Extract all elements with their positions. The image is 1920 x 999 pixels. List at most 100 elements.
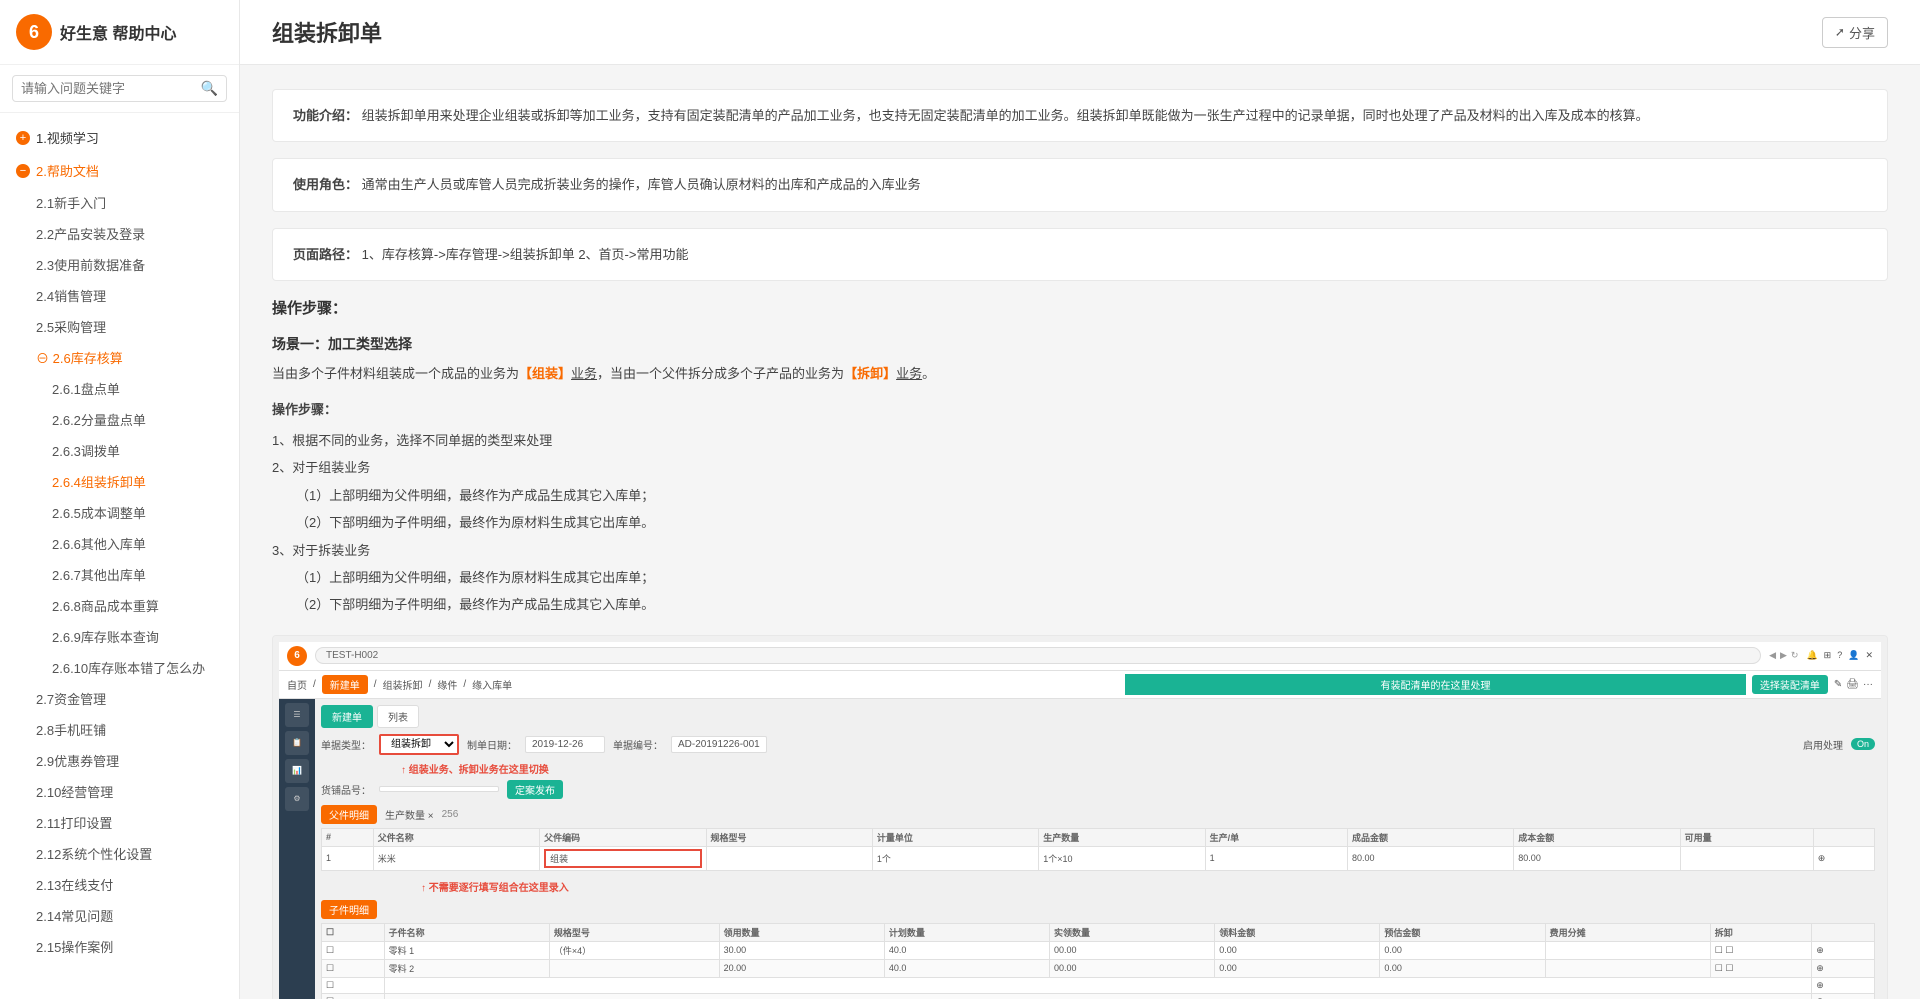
sim-upper-thead: # 父件名称 父件编码 规格型号 计量单位 生产数量 生产/单 成品金额 成本金… (322, 828, 1875, 846)
sim-browser-bar: 6 TEST-H002 ◀ ▶ ↻ 🔔 ⊞ ? 👤 ✕ (279, 642, 1881, 671)
op-steps-block: 操作步骤： 1、根据不同的业务，选择不同单据的类型来处理 2、对于组装业务 （1… (272, 398, 1888, 619)
operations-section: 操作步骤： 场景一：加工类型选择 当由多个子件材料组装成一个成品的业务为【组装】… (272, 297, 1888, 619)
sidebar-item-2-2[interactable]: 2.2产品安装及登录 (0, 218, 239, 249)
nav-children-2: 2.1新手入门 2.2产品安装及登录 2.3使用前数据准备 2.4销售管理 2.… (0, 187, 239, 962)
sim-type-select[interactable]: 组装拆卸 组装 拆卸 (379, 734, 459, 755)
sidebar-item-2-6-9[interactable]: 2.6.9库存账本查询 (0, 621, 239, 652)
share-label: 分享 (1849, 23, 1875, 42)
sim-lower-header-row: ☐ 子件名称 规格型号 领用数量 计划数量 实领数量 领料金额 预估金额 费用分… (322, 923, 1875, 941)
sim-lrow1-use-qty: 30.00 (719, 941, 884, 959)
sim-annotation-autofill: ↑ 不需要逐行填写组合在这里录入 (421, 879, 1875, 894)
sidebar-item-2-6-3[interactable]: 2.6.3调拨单 (0, 435, 239, 466)
sidebar-item-2-10[interactable]: 2.10经营管理 (0, 776, 239, 807)
sim-nav-inbound: 缘入库单 (472, 677, 512, 692)
sidebar-item-2-6-7[interactable]: 2.6.7其他出库单 (0, 559, 239, 590)
sim-nav-assemble: 组装拆卸 (383, 677, 423, 692)
nav-label-2: 2.帮助文档 (36, 161, 99, 180)
sim-lrow1-plan-qty: 40.0 (884, 941, 1049, 959)
sim-row1-cost-amt: 80.00 (1514, 846, 1680, 870)
sidebar-item-2-3[interactable]: 2.3使用前数据准备 (0, 249, 239, 280)
sidebar-item-2-4[interactable]: 2.4销售管理 (0, 280, 239, 311)
sidebar-item-2-1[interactable]: 2.1新手入门 (0, 187, 239, 218)
sim-form-row-1: 单据类型： 组装拆卸 组装 拆卸 制单日期： 2019-12-26 单据编号： … (321, 734, 1875, 755)
sidebar-item-2-6-1[interactable]: 2.6.1盘点单 (0, 373, 239, 404)
sim-sidebar-icon-4: ⚙ (285, 787, 309, 811)
sim-row1-code-highlight: 组装 (544, 849, 701, 868)
sim-row1-prod-per: 1 (1205, 846, 1347, 870)
nav-tree: + 1.视频学习 − 2.帮助文档 2.1新手入门 2.2产品安装及登录 2.3… (0, 113, 239, 999)
screenshot-wrapper: 6 TEST-H002 ◀ ▶ ↻ 🔔 ⊞ ? 👤 ✕ (273, 636, 1887, 999)
sim-confirm-btn: 定案发布 (507, 780, 563, 799)
sidebar-item-2-7[interactable]: 2.7资金管理 (0, 683, 239, 714)
sim-form-section: 单据类型： 组装拆卸 组装 拆卸 制单日期： 2019-12-26 单据编号： … (321, 734, 1875, 776)
intro-block-3: 页面路径： 1、库存核算->库存管理->组装拆卸单 2、首页->常用功能 (272, 228, 1888, 281)
sidebar-item-2-6-2[interactable]: 2.6.2分量盘点单 (0, 404, 239, 435)
search-icon[interactable]: 🔍 (201, 80, 218, 97)
sim-lrow2-actual-qty: 00.00 (1050, 959, 1215, 977)
sim-lrow1-action: ⊕ (1812, 941, 1875, 959)
sim-lrow1-cost-alloc (1545, 941, 1710, 959)
sim-sidebar-icon-1: ☰ (285, 703, 309, 727)
screenshot-container: 6 TEST-H002 ◀ ▶ ↻ 🔔 ⊞ ? 👤 ✕ (272, 635, 1888, 999)
share-button[interactable]: ➚ 分享 (1822, 17, 1888, 48)
sim-row1-spec (706, 846, 872, 870)
sim-btn-forward: ▶ (1780, 650, 1787, 661)
sidebar-item-2-6-5[interactable]: 2.6.5成本调整单 (0, 497, 239, 528)
sim-annotation-row: ↑ 组装业务、拆卸业务在这里切换 (321, 761, 1875, 776)
sidebar-item-2-6-4[interactable]: 2.6.4组装拆卸单 (0, 466, 239, 497)
sidebar-item-2-6-6[interactable]: 2.6.6其他入库单 (0, 528, 239, 559)
sidebar-item-2-9[interactable]: 2.9优惠券管理 (0, 745, 239, 776)
sim-lower-tbody: ☐ 零料 1 （件×4） 30.00 40.0 00.00 0.00 0.00 (322, 941, 1875, 999)
sidebar-item-1[interactable]: + 1.视频学习 (0, 121, 239, 154)
sim-date-field: 2019-12-26 (525, 736, 605, 753)
sidebar-item-2-8[interactable]: 2.8手机旺铺 (0, 714, 239, 745)
sidebar-item-2[interactable]: − 2.帮助文档 (0, 154, 239, 187)
sim-top-icons: 🔔 ⊞ ? 👤 ✕ (1806, 650, 1873, 661)
sim-lower-label: 子件明细 (321, 900, 377, 919)
logo-icon: 6 (16, 14, 52, 50)
sim-upper-table: # 父件名称 父件编码 规格型号 计量单位 生产数量 生产/单 成品金额 成本金… (321, 828, 1875, 871)
sidebar-item-2-6[interactable]: ⊖ 2.6库存核算 (0, 342, 239, 373)
sim-th-num: # (322, 828, 374, 846)
sim-th-cost-amt: 成本金额 (1514, 828, 1680, 846)
sidebar-item-2-11[interactable]: 2.11打印设置 (0, 807, 239, 838)
sim-tab-list: 列表 (377, 705, 419, 728)
sim-lrow1-spec: （件×4） (549, 941, 719, 959)
nav-label-1: 1.视频学习 (36, 128, 99, 147)
table-row: ☐ ⊕ (322, 977, 1875, 993)
sim-lrow2-spec (549, 959, 719, 977)
sim-row1-code: 组装 (540, 846, 706, 870)
sim-lth-actual-qty: 实领数量 (1050, 923, 1215, 941)
search-input[interactable] (21, 81, 201, 96)
sim-lth-plan-qty: 计划数量 (884, 923, 1049, 941)
sim-type-label: 单据类型： (321, 737, 371, 752)
sidebar-item-2-12[interactable]: 2.12系统个性化设置 (0, 838, 239, 869)
sim-upper-header-row: # 父件名称 父件编码 规格型号 计量单位 生产数量 生产/单 成品金额 成本金… (322, 828, 1875, 846)
sidebar-item-2-6-10[interactable]: 2.6.10库存账本错了怎么办 (0, 652, 239, 683)
sim-icon-apps: ⊞ (1824, 650, 1832, 661)
sim-body: ☰ 📋 📊 ⚙ 新建单 列表 (279, 699, 1881, 999)
sim-annotation-switch: ↑ 组装业务、拆卸业务在这里切换 (401, 761, 1875, 776)
sim-icon-print: 🖨 (1846, 679, 1859, 690)
sidebar-item-2-15[interactable]: 2.15操作案例 (0, 931, 239, 962)
table-row: ☐ 零料 2 20.00 40.0 00.00 0.00 0.00 ☐ (322, 959, 1875, 977)
step-3-2: （2）下部明细为子件明细，最终作为产成品生成其它入库单。 (272, 591, 1888, 618)
sim-lrow2-plan-qty: 40.0 (884, 959, 1049, 977)
sim-lrow2-feed-amt: 0.00 (1215, 959, 1380, 977)
sidebar-item-2-14[interactable]: 2.14常见问题 (0, 900, 239, 931)
sim-sidebar-icon-3: 📊 (285, 759, 309, 783)
op-steps-title: 操作步骤： (272, 398, 1888, 421)
sim-qty-value: 256 (442, 809, 459, 820)
sim-th-product-amt: 成品金额 (1347, 828, 1513, 846)
sim-lower-section-row: 子件明细 (321, 900, 1875, 919)
sim-nav-new: 新建单 (322, 675, 368, 694)
sidebar-item-2-5[interactable]: 2.5采购管理 (0, 311, 239, 342)
sidebar-item-2-6-8[interactable]: 2.6.8商品成本重算 (0, 590, 239, 621)
sim-row1-available (1680, 846, 1813, 870)
sim-nav-separator-4: / (463, 679, 466, 690)
sim-action-btn: 选择装配清单 (1752, 675, 1828, 694)
sim-lrow2-disassemble: ☐ ☐ (1710, 959, 1811, 977)
sim-nav-separator-1: / (313, 679, 316, 690)
sidebar-item-2-13[interactable]: 2.13在线支付 (0, 869, 239, 900)
sidebar: 6 好生意 帮助中心 🔍 + 1.视频学习 − 2.帮助文档 2.1新手入门 2… (0, 0, 240, 999)
